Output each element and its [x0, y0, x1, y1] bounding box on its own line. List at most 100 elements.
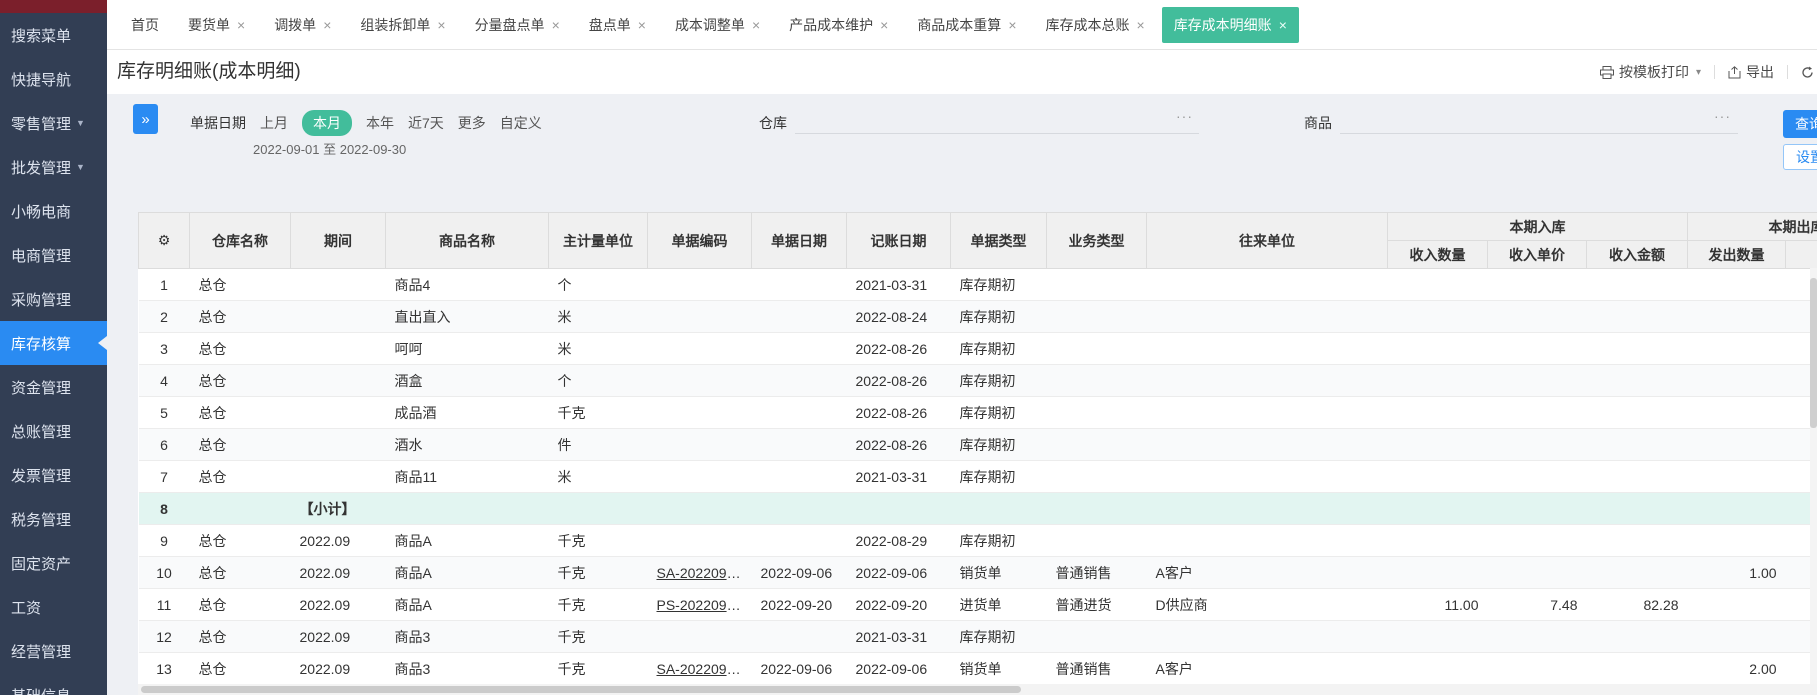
table-row[interactable]: 12 总仓 2022.09 商品3 千克 2021-03-31 库存期初	[138, 620, 1817, 653]
sidebar-item-14[interactable]: 经营管理	[0, 629, 107, 673]
table-cell	[1387, 492, 1488, 525]
table-cell	[1586, 268, 1688, 301]
sidebar-item-12[interactable]: 固定资产	[0, 541, 107, 585]
tab-1[interactable]: 要货单 ×	[176, 7, 257, 43]
table-cell	[1487, 524, 1587, 557]
sidebar-item-3[interactable]: 批发管理 ▼	[0, 145, 107, 189]
row-number: 7	[138, 460, 190, 493]
table-cell	[647, 428, 752, 461]
table-cell	[1687, 364, 1786, 397]
horizontal-scrollbar-thumb[interactable]	[141, 686, 1021, 693]
sidebar-item-1[interactable]: 快捷导航	[0, 57, 107, 101]
tab-5[interactable]: 盘点单 ×	[577, 7, 658, 43]
close-icon[interactable]: ×	[1137, 18, 1145, 32]
table-cell: 总仓	[189, 620, 291, 653]
tab-3[interactable]: 组装拆卸单 ×	[348, 7, 457, 43]
close-icon[interactable]: ×	[752, 18, 760, 32]
date-option-4[interactable]: 更多	[458, 113, 486, 133]
table-row[interactable]: 4 总仓 酒盒个 2022-08-26 库存期初	[138, 364, 1817, 397]
doc-code-link[interactable]: SA-20220906-0	[657, 565, 752, 581]
refresh-button[interactable]: 刷新	[1801, 62, 1817, 82]
sidebar-item-11[interactable]: 税务管理	[0, 497, 107, 541]
sidebar-item-13[interactable]: 工资	[0, 585, 107, 629]
date-filter-label: 单据日期	[190, 115, 246, 131]
close-icon[interactable]: ×	[1279, 18, 1287, 32]
settings-button[interactable]: 设置	[1783, 144, 1817, 170]
table-row[interactable]: 11 总仓 2022.09 商品A 千克 PS-20220920-0 2022-09-20 2…	[138, 588, 1817, 621]
table-row[interactable]: 13 总仓 2022.09 商品3 千克 SA-20220906-0 2022-09-06 2…	[138, 652, 1817, 684]
product-picker-button[interactable]: ···	[1714, 108, 1731, 124]
sidebar-item-2[interactable]: 零售管理 ▼	[0, 101, 107, 145]
sidebar-item-7[interactable]: 库存核算	[0, 321, 107, 365]
close-icon[interactable]: ×	[638, 18, 646, 32]
table-cell	[1687, 396, 1786, 429]
table-row[interactable]: 10 总仓 2022.09 商品A 千克 SA-20220906-0 2022-09-06 2…	[138, 556, 1817, 589]
horizontal-scrollbar[interactable]	[138, 684, 1817, 695]
table-row[interactable]: 7 总仓 商品11 米 2021-03-31 库存期初	[138, 460, 1817, 493]
column-header-8: 业务类型	[1046, 212, 1147, 269]
doc-code-link[interactable]: PS-20220920-0	[657, 597, 752, 613]
tab-label: 库存成本明细账	[1173, 16, 1272, 33]
print-by-template-button[interactable]: 按模板打印 ▾	[1600, 62, 1701, 82]
sidebar-item-9[interactable]: 总账管理	[0, 409, 107, 453]
tab-label: 调拨单	[274, 16, 317, 33]
table-cell	[1687, 460, 1786, 493]
tab-9[interactable]: 库存成本总账 ×	[1034, 7, 1157, 43]
close-icon[interactable]: ×	[552, 18, 560, 32]
warehouse-filter-label: 仓库	[759, 115, 787, 131]
close-icon[interactable]: ×	[237, 18, 245, 32]
sidebar-item-6[interactable]: 采购管理	[0, 277, 107, 321]
sidebar-item-4[interactable]: 小畅电商	[0, 189, 107, 233]
date-option-5[interactable]: 自定义	[500, 113, 542, 133]
warehouse-picker-button[interactable]: ···	[1176, 108, 1193, 124]
table-cell: 千克	[548, 588, 648, 621]
table-cell: 7.48	[1487, 588, 1587, 621]
vertical-scrollbar[interactable]	[1810, 268, 1817, 684]
vertical-scrollbar-thumb[interactable]	[1810, 278, 1817, 428]
table-row[interactable]: 6 总仓 酒水件 2022-08-26 库存期初	[138, 428, 1817, 461]
table-row[interactable]: 9 总仓 2022.09 商品A 千克 2022-08-29 库存期初	[138, 524, 1817, 557]
date-option-0[interactable]: 上月	[260, 113, 288, 133]
table-cell	[1586, 396, 1688, 429]
sidebar-item-15[interactable]: 基础信息	[0, 673, 107, 695]
date-option-2[interactable]: 本年	[366, 113, 394, 133]
tab-6[interactable]: 成本调整单 ×	[663, 7, 772, 43]
tab-4[interactable]: 分量盘点单 ×	[463, 7, 572, 43]
sidebar-item-10[interactable]: 发票管理	[0, 453, 107, 497]
expand-filter-button[interactable]: »	[133, 104, 158, 134]
sidebar-item-8[interactable]: 资金管理	[0, 365, 107, 409]
table-cell	[1586, 364, 1688, 397]
table-cell: 商品A	[385, 588, 549, 621]
warehouse-input[interactable]	[795, 106, 1199, 134]
date-options: 上月 本月 本年 近7天 更多 自定义	[260, 110, 542, 136]
tab-2[interactable]: 调拨单 ×	[262, 7, 343, 43]
sidebar-item-5[interactable]: 电商管理	[0, 233, 107, 277]
table-settings-gear-icon[interactable]: ⚙	[138, 212, 190, 269]
tab-10[interactable]: 库存成本明细账 ×	[1161, 6, 1299, 43]
date-option-1[interactable]: 本月	[302, 110, 352, 136]
table-row[interactable]: 5 总仓 成品酒 千克 2022-08-26 库存期初	[138, 396, 1817, 429]
tab-7[interactable]: 产品成本维护 ×	[777, 7, 900, 43]
product-input[interactable]	[1340, 106, 1738, 134]
table-row[interactable]: 2 总仓 直出直入米 2022-08-24 库存期初	[138, 300, 1817, 333]
query-button[interactable]: 查询	[1783, 110, 1817, 138]
tab-8[interactable]: 商品成本重算 ×	[905, 7, 1028, 43]
table-cell	[1586, 492, 1688, 525]
refresh-icon	[1801, 66, 1814, 79]
export-button[interactable]: 导出	[1728, 62, 1774, 82]
table-cell	[290, 364, 386, 397]
close-icon[interactable]: ×	[437, 18, 445, 32]
doc-code-link[interactable]: SA-20220906-0	[657, 661, 752, 677]
close-icon[interactable]: ×	[880, 18, 888, 32]
sub-column-header-4: 发出单价	[1785, 240, 1817, 269]
close-icon[interactable]: ×	[323, 18, 331, 32]
table-cell	[751, 300, 847, 333]
table-cell: 1.00	[1687, 556, 1786, 589]
sidebar-item-0[interactable]: 搜索菜单	[0, 13, 107, 57]
close-icon[interactable]: ×	[1008, 18, 1016, 32]
table-row[interactable]: 3 总仓 呵呵米 2022-08-26 库存期初	[138, 332, 1817, 365]
table-row[interactable]: 1 总仓 商品4 个 2021-03-31 库存期初	[138, 268, 1817, 301]
table-subtotal-row[interactable]: 8 【小计】	[138, 492, 1817, 525]
date-option-3[interactable]: 近7天	[408, 113, 444, 133]
tab-0[interactable]: 首页	[119, 7, 171, 43]
